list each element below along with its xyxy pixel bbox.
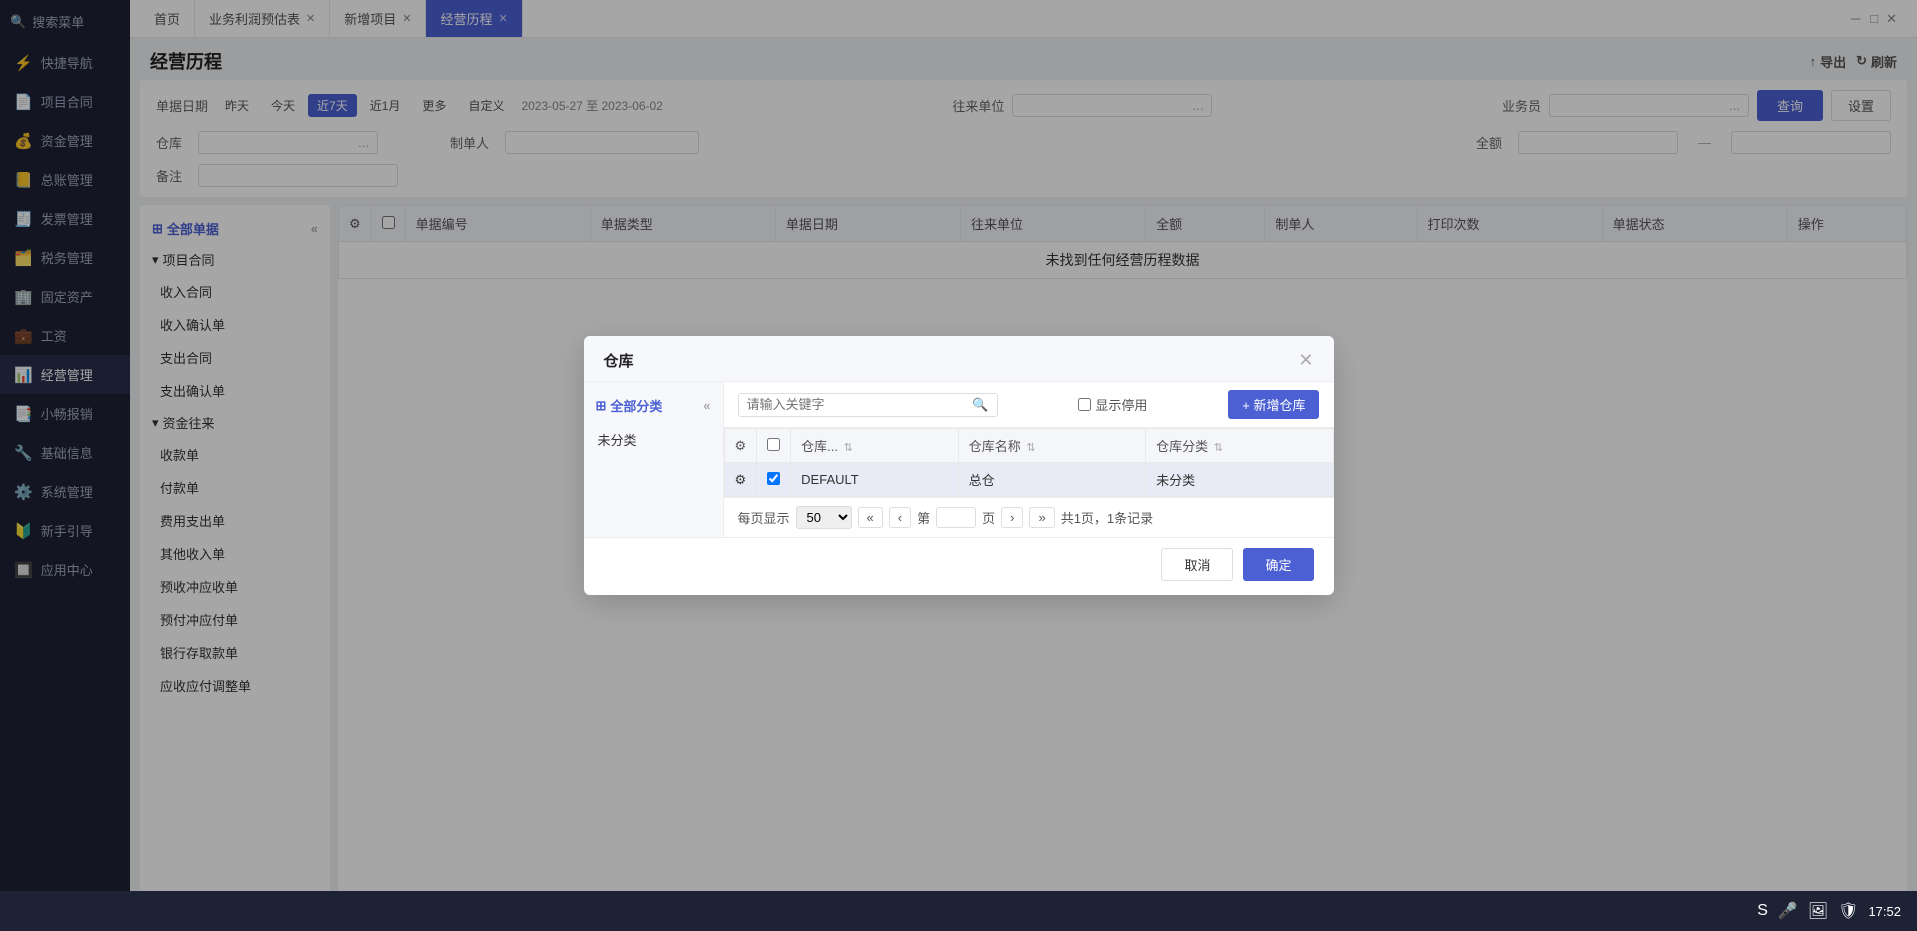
modal-page-unit: 页 xyxy=(982,508,995,527)
modal-col-code: 仓库... ⇅ xyxy=(791,429,959,463)
modal-left-panel: ⊞ 全部分类 « 未分类 xyxy=(584,382,724,537)
modal-col-gear: ⚙ xyxy=(724,429,757,463)
modal-left-uncategorized[interactable]: 未分类 xyxy=(584,423,723,456)
modal-pagination-bar: 每页显示 50 100 « ‹ 第 1 页 › » 共1页，1条记录 xyxy=(724,497,1334,537)
show-disabled-option[interactable]: 显示停用 xyxy=(1078,395,1147,414)
modal-row-gear[interactable]: ⚙ xyxy=(724,463,757,497)
modal-per-page-select[interactable]: 50 100 xyxy=(796,506,852,529)
modal-body: ⊞ 全部分类 « 未分类 🔍 显示停用 xyxy=(584,382,1334,537)
warehouse-modal: 仓库 ✕ ⊞ 全部分类 « 未分类 xyxy=(584,336,1334,595)
sort-arrows-code: ⇅ xyxy=(844,442,853,454)
modal-select-all[interactable] xyxy=(767,438,780,451)
show-disabled-label: 显示停用 xyxy=(1095,395,1147,414)
modal-overlay[interactable]: 仓库 ✕ ⊞ 全部分类 « 未分类 xyxy=(0,0,1917,931)
taskbar-time: 17:52 xyxy=(1868,904,1901,919)
modal-row-checkbox[interactable] xyxy=(757,463,791,497)
modal-row-category: 未分类 xyxy=(1146,463,1333,497)
modal-cancel-button[interactable]: 取消 xyxy=(1161,548,1233,581)
show-disabled-checkbox[interactable] xyxy=(1078,398,1091,411)
modal-row-code: DEFAULT xyxy=(791,463,959,497)
modal-title: 仓库 xyxy=(604,350,634,371)
modal-all-label: ⊞ 全部分类 xyxy=(596,396,663,415)
modal-col-checkbox[interactable] xyxy=(757,429,791,463)
modal-page-label: 第 xyxy=(917,508,930,527)
modal-search-box[interactable]: 🔍 xyxy=(738,393,998,417)
sort-arrows-cat: ⇅ xyxy=(1214,442,1223,454)
modal-footer-actions: 取消 确定 xyxy=(584,537,1334,595)
modal-toolbar: 🔍 显示停用 + 新增仓库 xyxy=(724,382,1334,428)
sort-arrows-name: ⇅ xyxy=(1026,442,1035,454)
modal-prev-page[interactable]: ‹ xyxy=(889,507,911,528)
modal-right: 🔍 显示停用 + 新增仓库 ⚙ xyxy=(724,382,1334,537)
modal-collapse-icon[interactable]: « xyxy=(703,398,710,413)
modal-table-wrap: ⚙ 仓库... ⇅ 仓库名称 ⇅ xyxy=(724,428,1334,497)
modal-confirm-button[interactable]: 确定 xyxy=(1243,548,1313,581)
modal-per-page-label: 每页显示 xyxy=(738,508,790,527)
modal-table-row[interactable]: ⚙ DEFAULT 总仓 未分类 xyxy=(724,463,1333,497)
taskbar: S 🎤 🖼 🛡 17:52 xyxy=(0,891,1917,931)
modal-header: 仓库 ✕ xyxy=(584,336,1334,382)
modal-col-category: 仓库分类 ⇅ xyxy=(1146,429,1333,463)
modal-col-name: 仓库名称 ⇅ xyxy=(958,429,1145,463)
modal-page-info: 每页显示 50 100 « ‹ 第 1 页 › » 共1页，1条记录 xyxy=(738,506,1154,529)
modal-row-name: 总仓 xyxy=(958,463,1145,497)
add-warehouse-button[interactable]: + 新增仓库 xyxy=(1228,390,1319,419)
modal-last-page[interactable]: » xyxy=(1029,507,1054,528)
modal-search-icon: 🔍 xyxy=(972,397,988,413)
taskbar-icon-2[interactable]: 🎤 xyxy=(1778,901,1798,921)
modal-next-page[interactable]: › xyxy=(1001,507,1023,528)
taskbar-icon-4[interactable]: 🛡 xyxy=(1838,901,1858,921)
modal-table: ⚙ 仓库... ⇅ 仓库名称 ⇅ xyxy=(724,428,1334,497)
modal-total-text: 共1页，1条记录 xyxy=(1061,508,1153,527)
modal-first-page[interactable]: « xyxy=(858,507,883,528)
modal-grid-icon: ⊞ xyxy=(596,398,607,414)
modal-current-page[interactable]: 1 xyxy=(936,507,976,528)
taskbar-icon-3[interactable]: 🖼 xyxy=(1808,901,1828,921)
modal-row-check[interactable] xyxy=(767,472,780,485)
taskbar-icon-1[interactable]: S xyxy=(1757,902,1768,920)
modal-left-header: ⊞ 全部分类 « xyxy=(584,392,723,423)
modal-search-input[interactable] xyxy=(747,397,967,412)
modal-close-button[interactable]: ✕ xyxy=(1298,350,1313,371)
